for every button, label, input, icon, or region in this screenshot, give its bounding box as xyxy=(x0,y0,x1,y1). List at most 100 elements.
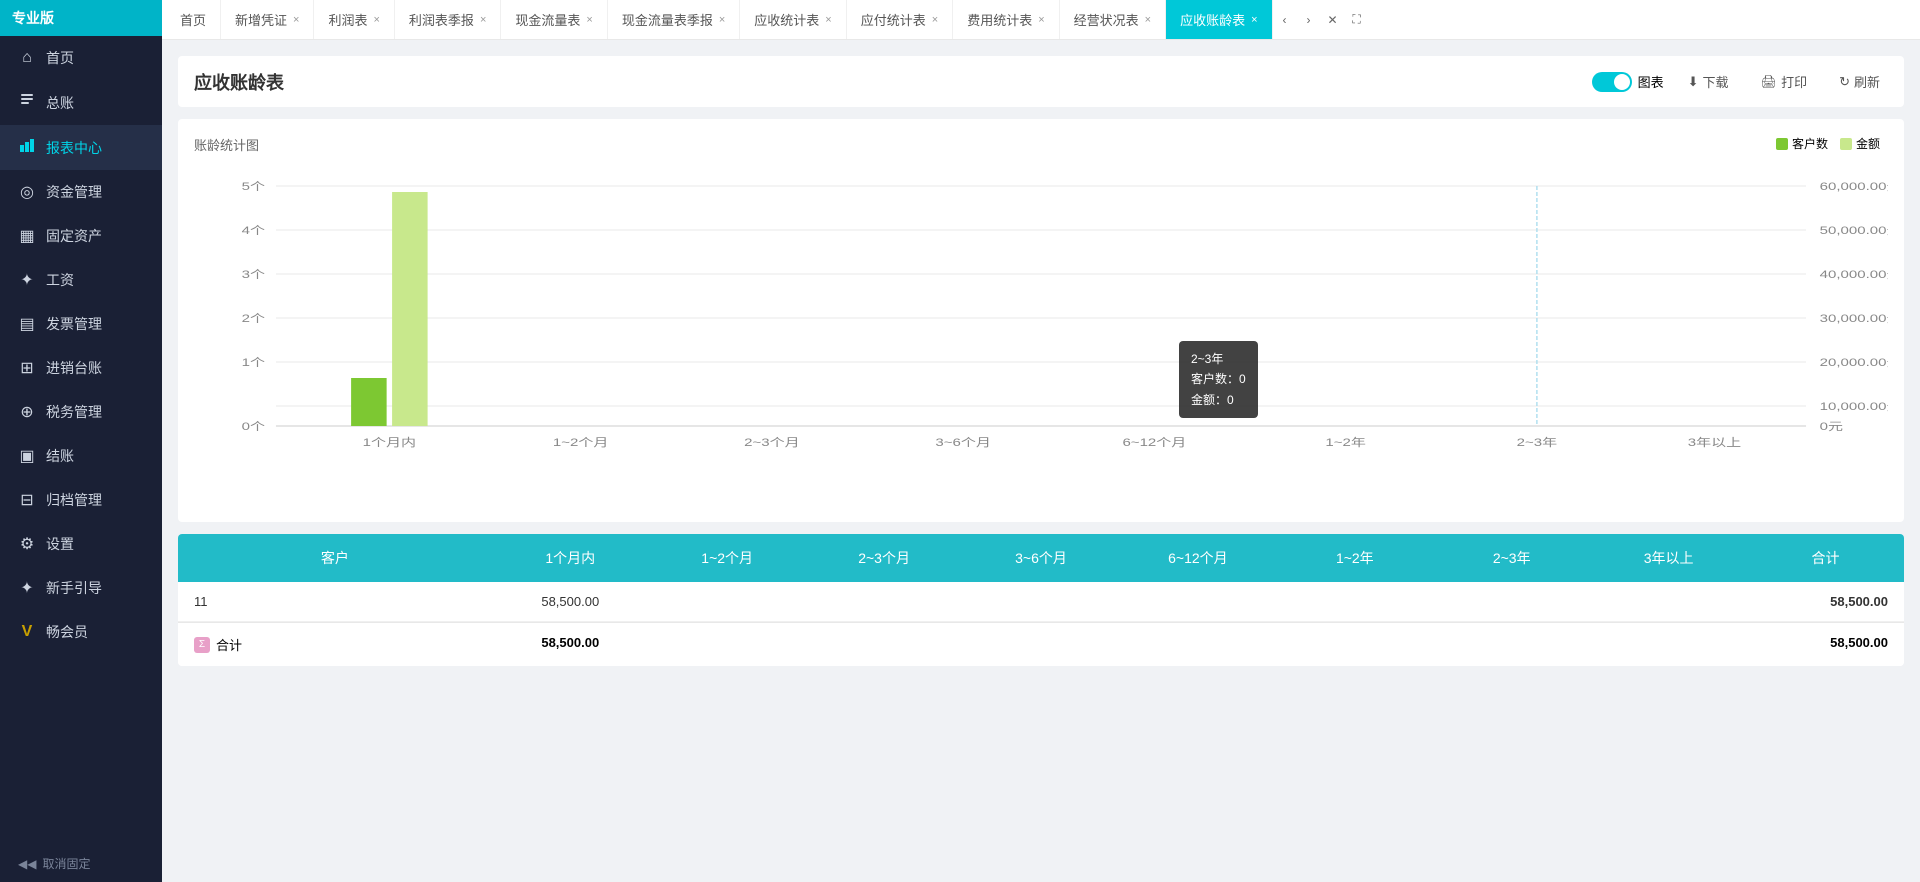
tab-close-icon[interactable]: × xyxy=(932,14,938,26)
sidebar-item-archive[interactable]: ⊟ 归档管理 xyxy=(0,478,162,522)
sidebar-item-label: 设置 xyxy=(46,534,74,554)
vip-icon: V xyxy=(18,623,36,641)
svg-text:20,000.00元: 20,000.00元 xyxy=(1820,356,1888,369)
svg-text:40,000.00元: 40,000.00元 xyxy=(1820,268,1888,281)
tab-maximize[interactable]: ⛶ xyxy=(1345,0,1369,40)
table-header: 客户 1个月内 1~2个月 2~3个月 3~6个月 6~12个月 1~2年 2~… xyxy=(178,534,1904,582)
tab-close-all[interactable]: ✕ xyxy=(1321,0,1345,40)
col-header-6-12month: 6~12个月 xyxy=(1119,534,1276,582)
tab-close-icon[interactable]: × xyxy=(480,14,486,26)
svg-text:30,000.00元: 30,000.00元 xyxy=(1820,312,1888,325)
svg-text:3个: 3个 xyxy=(242,268,265,281)
tab-profit-season[interactable]: 利润表季报 × xyxy=(395,0,501,40)
sidebar-item-ledger[interactable]: 总账 xyxy=(0,80,162,125)
print-button[interactable]: 🖨 打印 xyxy=(1753,68,1816,95)
tab-close-icon[interactable]: × xyxy=(1038,14,1044,26)
chart-legend: 客户数 金额 xyxy=(1776,135,1880,152)
ledger-icon xyxy=(18,92,36,113)
sum-icon: Σ xyxy=(194,637,210,653)
cell-1-2year xyxy=(1276,582,1433,621)
app-logo: 专业版 xyxy=(0,0,162,36)
svg-text:2~3个月: 2~3个月 xyxy=(744,436,800,449)
tab-home[interactable]: 首页 xyxy=(166,0,221,40)
tab-expense-stat[interactable]: 费用统计表 × xyxy=(953,0,1059,40)
tab-label: 新增凭证 xyxy=(235,10,287,29)
sidebar-item-report[interactable]: 报表中心 xyxy=(0,125,162,170)
tab-receivable-stat[interactable]: 应收统计表 × xyxy=(740,0,846,40)
tab-close-icon[interactable]: × xyxy=(1251,14,1257,26)
footer-1-2month xyxy=(649,623,806,666)
tab-close-icon[interactable]: × xyxy=(825,14,831,26)
footer-label: Σ 合计 xyxy=(178,623,492,666)
tax-icon: ⊕ xyxy=(18,402,36,422)
tab-profit[interactable]: 利润表 × xyxy=(314,0,394,40)
sidebar-item-label: 结账 xyxy=(46,446,74,466)
footer-2-3year xyxy=(1433,623,1590,666)
svg-text:0个: 0个 xyxy=(242,420,265,433)
print-icon: 🖨 xyxy=(1761,74,1778,90)
legend-customers: 客户数 xyxy=(1776,135,1828,152)
col-header-3-6month: 3~6个月 xyxy=(963,534,1120,582)
tab-close-icon[interactable]: × xyxy=(586,14,592,26)
tab-aging[interactable]: 应收账龄表 × xyxy=(1166,0,1272,40)
svg-text:1~2年: 1~2年 xyxy=(1325,436,1365,449)
chart-toggle[interactable]: 图表 xyxy=(1592,72,1664,92)
tab-label: 费用统计表 xyxy=(967,10,1032,29)
tab-label: 现金流量表季报 xyxy=(622,10,713,29)
tab-close-icon[interactable]: × xyxy=(373,14,379,26)
chart-svg-wrap: 5个 4个 3个 2个 1个 0个 60,000.00元 50,000.00元 … xyxy=(194,166,1888,506)
tab-cashflow[interactable]: 现金流量表 × xyxy=(501,0,607,40)
close-account-icon: ▣ xyxy=(18,446,36,466)
tab-close-icon[interactable]: × xyxy=(1145,14,1151,26)
tab-scroll-right[interactable]: › xyxy=(1297,0,1321,40)
sidebar-item-tax[interactable]: ⊕ 税务管理 xyxy=(0,390,162,434)
toggle-pin-button[interactable]: ◀◀ 取消固定 xyxy=(0,845,162,882)
sidebar-item-vip[interactable]: V 畅会员 xyxy=(0,610,162,654)
chart-svg: 5个 4个 3个 2个 1个 0个 60,000.00元 50,000.00元 … xyxy=(194,166,1888,486)
tab-close-icon[interactable]: × xyxy=(719,14,725,26)
sidebar-item-fund[interactable]: ◎ 资金管理 xyxy=(0,170,162,214)
legend-amount: 金额 xyxy=(1840,135,1880,152)
svg-text:60,000.00元: 60,000.00元 xyxy=(1820,180,1888,193)
fund-icon: ◎ xyxy=(18,182,36,202)
chart-container: 账龄统计图 客户数 金额 xyxy=(178,119,1904,522)
salary-icon: ✦ xyxy=(18,270,36,290)
tab-close-icon[interactable]: × xyxy=(293,14,299,26)
sidebar-item-stock[interactable]: ⊞ 进销台账 xyxy=(0,346,162,390)
header-actions: 图表 ⬇ 下载 🖨 打印 ↻ 刷新 xyxy=(1592,68,1888,95)
sidebar-item-label: 工资 xyxy=(46,270,74,290)
toggle-track[interactable] xyxy=(1592,72,1632,92)
tab-label: 经营状况表 xyxy=(1074,10,1139,29)
asset-icon: ▦ xyxy=(18,226,36,246)
sidebar-item-label: 报表中心 xyxy=(46,138,102,158)
sidebar-item-label: 税务管理 xyxy=(46,402,102,422)
refresh-icon: ↻ xyxy=(1839,74,1850,90)
sidebar-item-salary[interactable]: ✦ 工资 xyxy=(0,258,162,302)
stock-icon: ⊞ xyxy=(18,358,36,378)
tab-scroll-left[interactable]: ‹ xyxy=(1273,0,1297,40)
sidebar-item-guide[interactable]: ✦ 新手引导 xyxy=(0,566,162,610)
refresh-button[interactable]: ↻ 刷新 xyxy=(1831,68,1888,95)
sidebar-item-close[interactable]: ▣ 结账 xyxy=(0,434,162,478)
tab-cashflow-season[interactable]: 现金流量表季报 × xyxy=(608,0,740,40)
sidebar-item-home[interactable]: ⌂ 首页 xyxy=(0,36,162,80)
col-header-over3year: 3年以上 xyxy=(1590,534,1747,582)
refresh-label: 刷新 xyxy=(1854,72,1880,91)
footer-1month: 58,500.00 xyxy=(492,623,649,666)
tab-voucher[interactable]: 新增凭证 × xyxy=(221,0,314,40)
tab-bar: 首页 新增凭证 × 利润表 × 利润表季报 × 现金流量表 × 现金流量表季报 … xyxy=(162,0,1920,40)
svg-text:5个: 5个 xyxy=(242,180,265,193)
tab-label: 应收账龄表 xyxy=(1180,10,1245,29)
tab-label: 利润表季报 xyxy=(409,10,474,29)
cell-total: 58,500.00 xyxy=(1747,582,1904,621)
svg-text:1个: 1个 xyxy=(242,356,265,369)
tab-business-stat[interactable]: 经营状况表 × xyxy=(1060,0,1166,40)
settings-icon: ⚙ xyxy=(18,534,36,554)
sidebar-item-settings[interactable]: ⚙ 设置 xyxy=(0,522,162,566)
svg-text:6~12个月: 6~12个月 xyxy=(1122,436,1186,449)
sidebar-item-asset[interactable]: ▦ 固定资产 xyxy=(0,214,162,258)
report-icon xyxy=(18,137,36,158)
download-button[interactable]: ⬇ 下载 xyxy=(1680,68,1737,95)
sidebar-item-invoice[interactable]: ▤ 发票管理 xyxy=(0,302,162,346)
tab-payable-stat[interactable]: 应付统计表 × xyxy=(847,0,953,40)
